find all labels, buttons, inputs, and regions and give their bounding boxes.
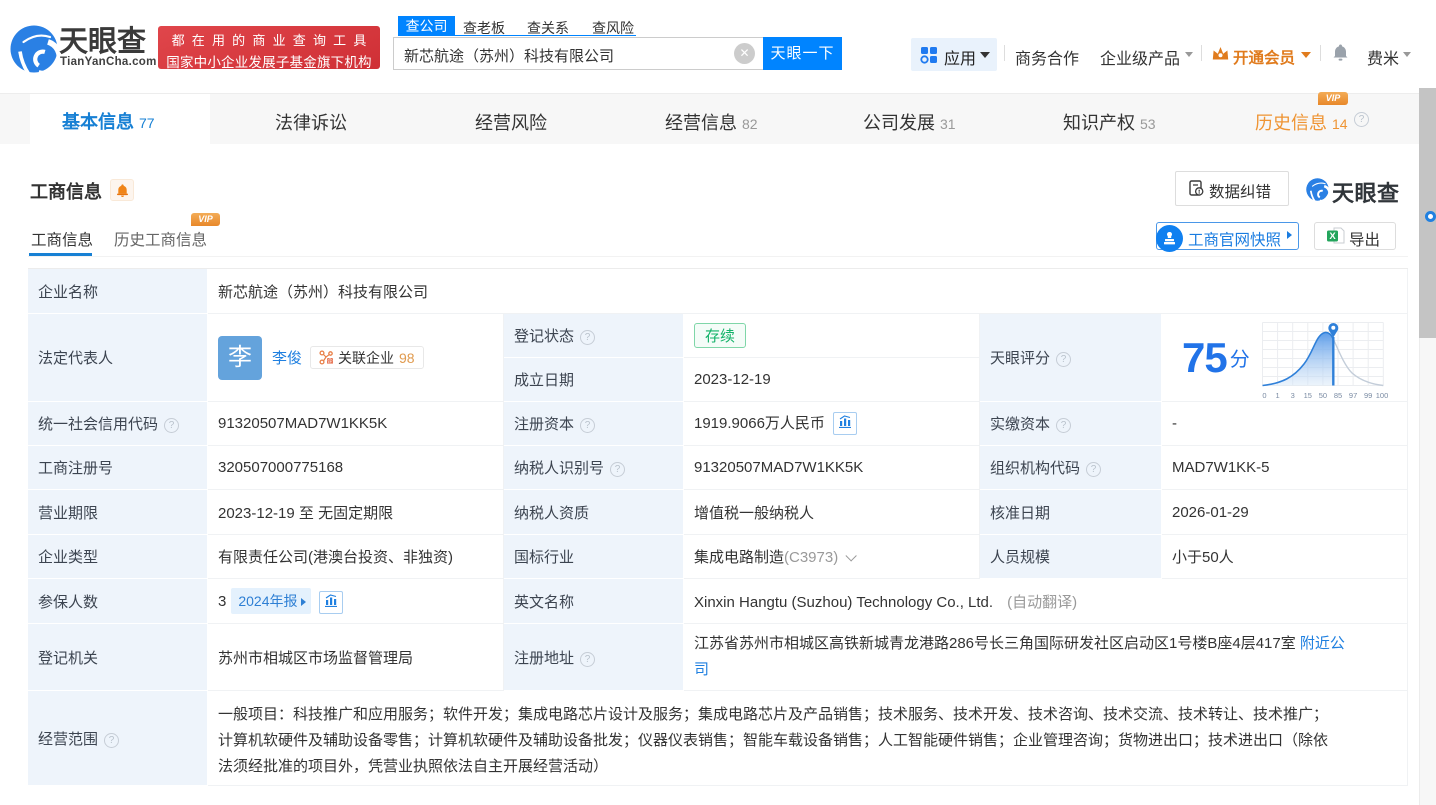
svg-text:15: 15	[1304, 391, 1312, 400]
svg-text:1: 1	[1275, 391, 1279, 400]
svg-text:100: 100	[1376, 391, 1389, 400]
svg-text:97: 97	[1349, 391, 1357, 400]
svg-text:50: 50	[1319, 391, 1327, 400]
svg-text:0: 0	[1262, 391, 1266, 400]
svg-text:85: 85	[1334, 391, 1342, 400]
svg-text:99: 99	[1364, 391, 1372, 400]
svg-text:3: 3	[1291, 391, 1295, 400]
svg-text:X: X	[1329, 231, 1336, 242]
svg-text:企: 企	[327, 357, 333, 365]
